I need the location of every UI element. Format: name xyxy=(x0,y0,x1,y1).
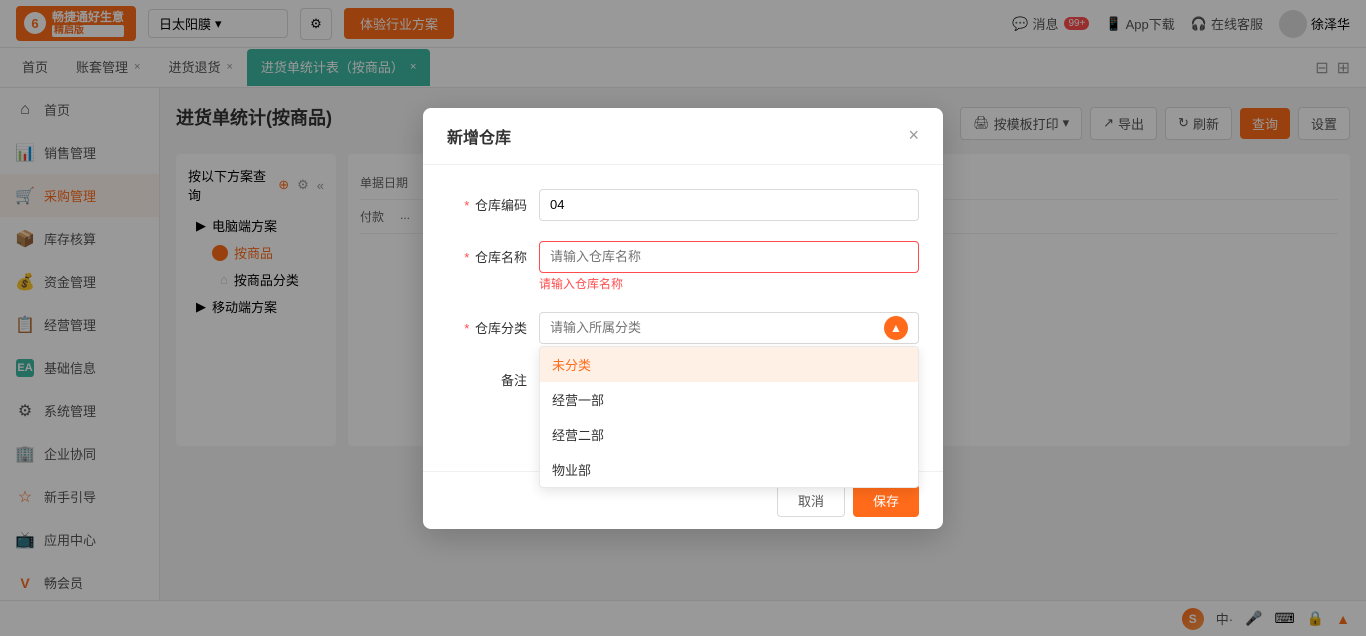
code-label: * 仓库编码 xyxy=(447,189,527,214)
category-label: * 仓库分类 xyxy=(447,312,527,337)
required-category-icon: * xyxy=(464,321,469,336)
category-option-property[interactable]: 物业部 xyxy=(540,452,918,487)
save-button[interactable]: 保存 xyxy=(853,484,919,517)
category-dropdown[interactable]: ▲ xyxy=(539,312,919,344)
category-option-dept1[interactable]: 经营一部 xyxy=(540,382,918,417)
chevron-up-icon: ▲ xyxy=(890,321,902,335)
category-option-dept2[interactable]: 经营二部 xyxy=(540,417,918,452)
category-dropdown-toggle[interactable]: ▲ xyxy=(884,316,908,340)
dialog-header: 新增仓库 × xyxy=(423,108,943,165)
category-field-wrap: ▲ 未分类 经营一部 经营二部 物业部 xyxy=(539,312,919,344)
modal-overlay: 新增仓库 × * 仓库编码 * 仓库名称 xyxy=(0,0,1366,636)
cancel-button[interactable]: 取消 xyxy=(777,484,845,517)
category-dropdown-list: 未分类 经营一部 经营二部 物业部 xyxy=(539,346,919,488)
name-field-wrap: 请输入仓库名称 xyxy=(539,241,919,292)
dialog-close-button[interactable]: × xyxy=(908,125,919,146)
form-row-category: * 仓库分类 ▲ 未分类 经营一部 经营二部 物业部 xyxy=(447,312,919,344)
form-row-name: * 仓库名称 请输入仓库名称 xyxy=(447,241,919,292)
category-option-unclassified[interactable]: 未分类 xyxy=(540,347,918,382)
required-code-icon: * xyxy=(464,198,469,213)
dialog-body: * 仓库编码 * 仓库名称 请输入仓库名称 xyxy=(423,165,943,471)
notes-label: 备注 xyxy=(447,364,527,389)
code-input[interactable] xyxy=(539,189,919,221)
required-name-icon: * xyxy=(464,250,469,265)
name-error-msg: 请输入仓库名称 xyxy=(539,275,919,292)
name-input[interactable] xyxy=(539,241,919,273)
name-label: * 仓库名称 xyxy=(447,241,527,266)
form-row-code: * 仓库编码 xyxy=(447,189,919,221)
new-warehouse-dialog: 新增仓库 × * 仓库编码 * 仓库名称 xyxy=(423,108,943,529)
code-field-wrap xyxy=(539,189,919,221)
dialog-title: 新增仓库 xyxy=(447,124,511,148)
category-input[interactable] xyxy=(550,320,884,335)
